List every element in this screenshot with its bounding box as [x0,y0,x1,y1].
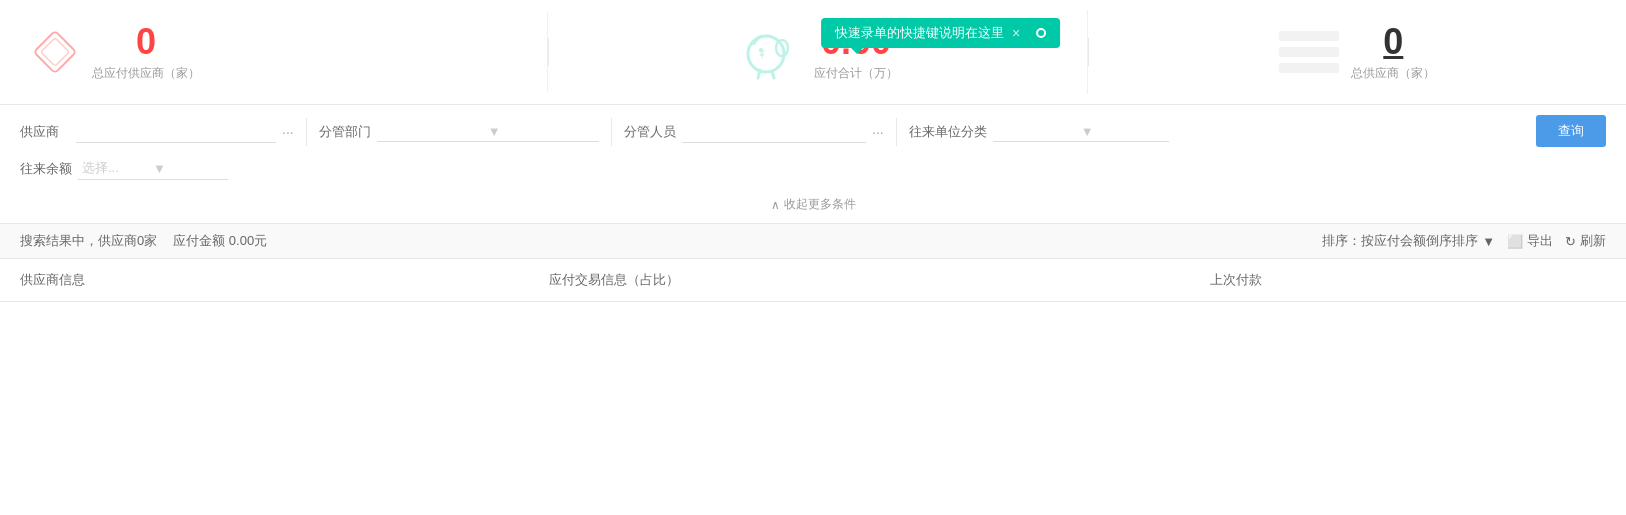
export-icon: ⬜ [1507,234,1523,249]
col-supplier-header: 供应商信息 [20,271,549,289]
collapse-label: 收起更多条件 [784,196,856,213]
filter-balance: 往来余额 选择... ▼ [20,157,228,180]
collapse-bar: ∧ 收起更多条件 [20,190,1606,223]
unit-label: 往来单位分类 [909,123,987,141]
refresh-icon: ↻ [1565,234,1576,249]
balance-placeholder: 选择... [82,159,153,177]
stat-total-suppliers: 0 总供应商（家） [1089,12,1626,93]
department-chevron-icon: ▼ [488,124,595,139]
filter-bar: 供应商 ··· 分管部门 ▼ 分管人员 ··· 往来单位分类 ▼ [0,105,1626,224]
department-label: 分管部门 [319,123,371,141]
sort-chevron-icon: ▼ [1482,234,1495,249]
unit-chevron-icon: ▼ [1081,124,1165,139]
filter-department: 分管部门 ▼ [319,122,599,142]
person-dots-button[interactable]: ··· [872,124,884,140]
total-suppliers-number: 0 [1383,22,1403,62]
svg-line-6 [772,71,774,78]
table-header: 供应商信息 应付交易信息（占比） 上次付款 [0,259,1626,302]
filter-row-2: 往来余额 选择... ▼ [20,157,1606,180]
svg-text:¥: ¥ [758,49,765,60]
col-transaction-header: 应付交易信息（占比） [549,271,1210,289]
svg-line-5 [758,70,760,78]
diamond-icon [30,27,80,77]
total-suppliers-label: 总供应商（家） [1351,65,1435,82]
tooltip-close-button[interactable]: × [1012,25,1020,41]
unit-select[interactable]: ▼ [993,122,1169,142]
balance-select[interactable]: 选择... ▼ [78,157,228,180]
person-input[interactable] [682,121,866,143]
payable-suppliers-label: 总应付供应商（家） [92,65,200,82]
stat-payable-total: ¥ 0.00 应付合计（万） 快速录单的快捷键说明在这里 × [549,10,1087,94]
sort-label: 排序：按应付会额倒序排序 [1322,232,1478,250]
supplier-input[interactable] [76,121,276,143]
filter-supplier: 供应商 ··· [20,121,294,143]
shortcut-tooltip: 快速录单的快捷键说明在这里 × [821,18,1060,48]
balance-chevron-icon: ▼ [153,161,224,176]
collapse-button[interactable]: ∧ 收起更多条件 [771,196,856,213]
filter-unit: 往来单位分类 ▼ [909,122,1169,142]
table-body [0,302,1626,515]
col-payment-header: 上次付款 [1210,271,1607,289]
person-label: 分管人员 [624,123,676,141]
result-actions: 排序：按应付会额倒序排序 ▼ ⬜ 导出 ↻ 刷新 [1322,232,1606,250]
refresh-label: 刷新 [1580,232,1606,250]
stats-bar: 0 总应付供应商（家） ¥ 0.00 应付合计（万） 快速录单的快捷键说明在这里… [0,0,1626,105]
supplier-label: 供应商 [20,123,70,141]
tooltip-text: 快速录单的快捷键说明在这里 [835,24,1004,42]
balance-label: 往来余额 [20,160,72,178]
payable-suppliers-number: 0 [136,22,156,62]
export-button[interactable]: ⬜ 导出 [1507,232,1553,250]
stat-payable-suppliers: 0 总应付供应商（家） [0,12,548,93]
piggybank-icon: ¥ [738,20,802,84]
tooltip-dot [1036,28,1046,38]
filter-row-1: 供应商 ··· 分管部门 ▼ 分管人员 ··· 往来单位分类 ▼ [20,117,1606,147]
filter-person: 分管人员 ··· [624,121,884,143]
result-bar: 搜索结果中，供应商0家 应付金额 0.00元 排序：按应付会额倒序排序 ▼ ⬜ … [0,224,1626,259]
query-button[interactable]: 查询 [1536,115,1606,147]
svg-rect-0 [34,31,76,73]
collapse-arrow-icon: ∧ [771,198,780,212]
export-label: 导出 [1527,232,1553,250]
refresh-button[interactable]: ↻ 刷新 [1565,232,1606,250]
result-summary: 搜索结果中，供应商0家 应付金额 0.00元 [20,232,267,250]
department-select[interactable]: ▼ [377,122,599,142]
supplier-dots-button[interactable]: ··· [282,124,294,140]
result-supplier-count: 搜索结果中，供应商0家 [20,232,157,250]
result-amount: 应付金额 0.00元 [173,232,267,250]
sort-button[interactable]: 排序：按应付会额倒序排序 ▼ [1322,232,1495,250]
payable-total-label: 应付合计（万） [814,65,898,82]
